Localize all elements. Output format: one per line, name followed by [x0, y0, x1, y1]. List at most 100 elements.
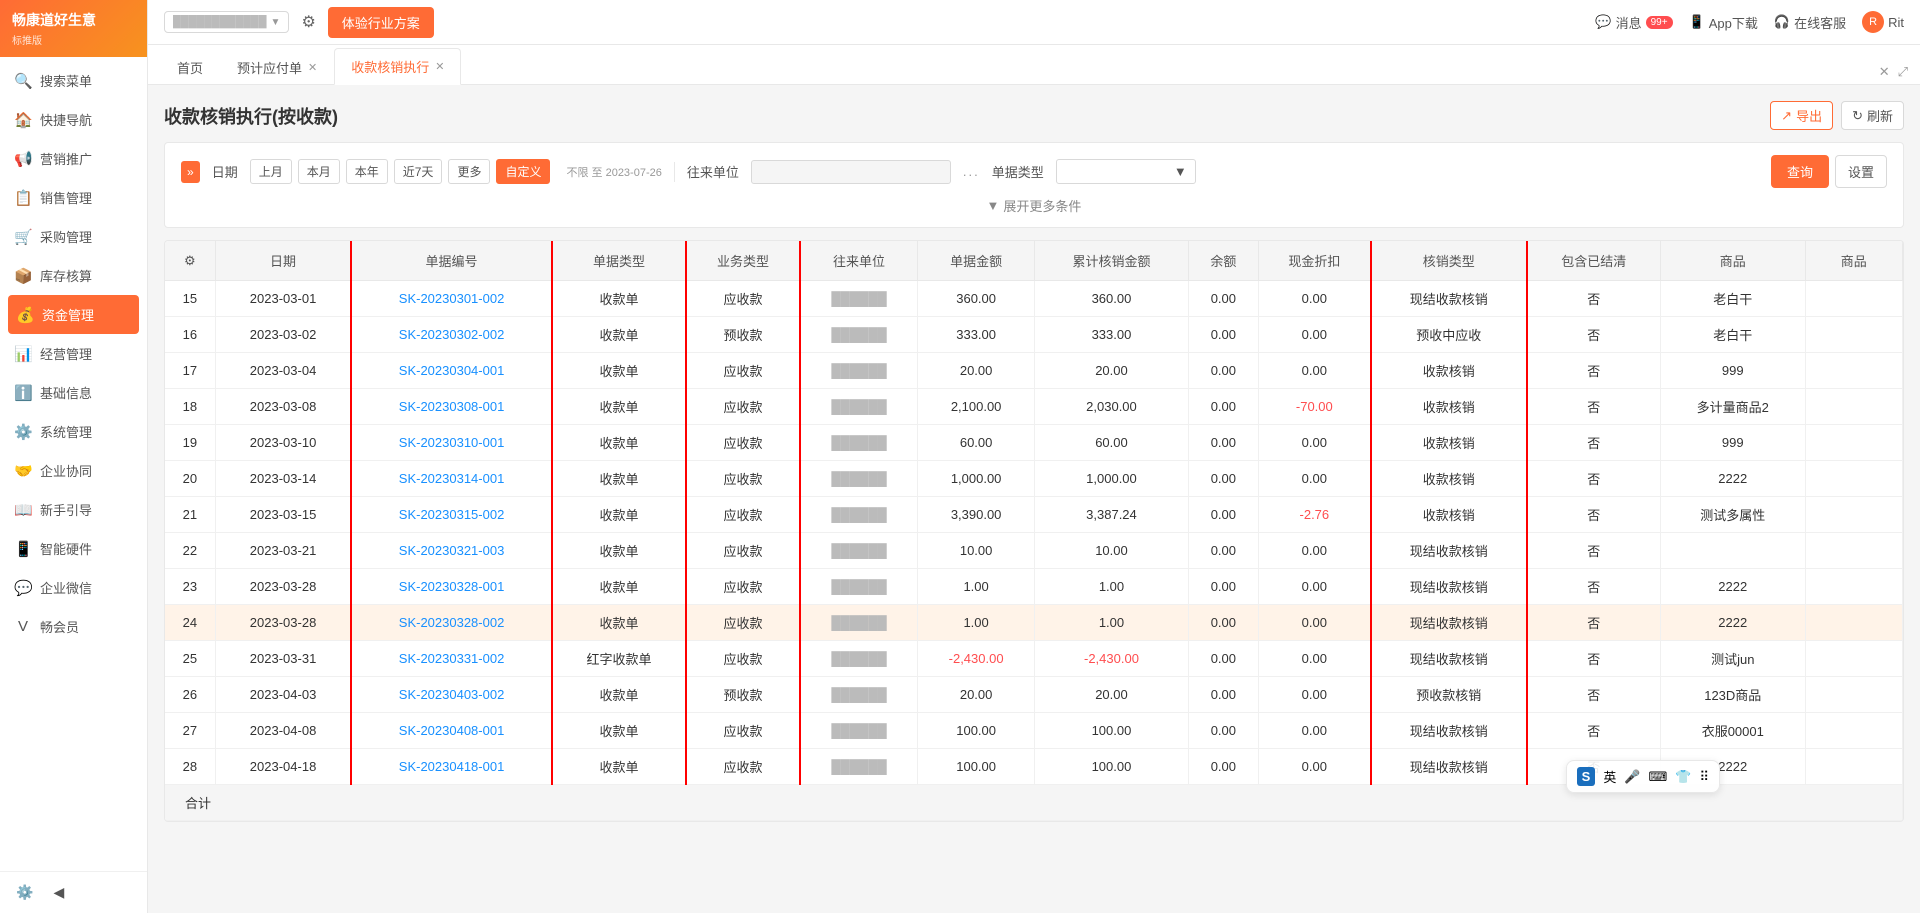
topbar-select[interactable]: ████████████ ▼: [164, 11, 289, 33]
doc-no-link[interactable]: SK-20230408-001: [399, 723, 505, 738]
col-doc-type: 单据类型: [552, 241, 687, 281]
doc-no-link[interactable]: SK-20230315-002: [399, 507, 505, 522]
doc-no-link[interactable]: SK-20230328-002: [399, 615, 505, 630]
sidebar-item-inventory[interactable]: 📦库存核算: [0, 256, 147, 295]
cell-cum-amount: 360.00: [1034, 281, 1188, 317]
doc-no-link[interactable]: SK-20230328-001: [399, 579, 505, 594]
table-row[interactable]: 27 2023-04-08 SK-20230408-001 收款单 应收款 ██…: [165, 713, 1903, 749]
cell-date: 2023-04-03: [215, 677, 351, 713]
filter-btn-this-year[interactable]: 本年: [346, 159, 388, 184]
table-row[interactable]: 22 2023-03-21 SK-20230321-003 收款单 应收款 ██…: [165, 533, 1903, 569]
tab-close-collection[interactable]: ✕: [435, 60, 444, 73]
sidebar-item-basic[interactable]: ℹ️基础信息: [0, 373, 147, 412]
headset-icon: 🎧: [1774, 14, 1790, 30]
sidebar-item-guide[interactable]: 📖新手引导: [0, 490, 147, 529]
sidebar-item-sales[interactable]: 📋销售管理: [0, 178, 147, 217]
sidebar-item-hardware[interactable]: 📱智能硬件: [0, 529, 147, 568]
sidebar-item-ops[interactable]: 📊经营管理: [0, 334, 147, 373]
cell-date: 2023-03-15: [215, 497, 351, 533]
filter-btn-more[interactable]: 更多: [448, 159, 490, 184]
sidebar-item-corp[interactable]: 🤝企业协同: [0, 451, 147, 490]
s-badge-item-1[interactable]: 英: [1603, 767, 1616, 786]
col-gear[interactable]: ⚙: [165, 241, 215, 281]
table-row[interactable]: 24 2023-03-28 SK-20230328-002 收款单 应收款 ██…: [165, 605, 1903, 641]
filter-doctype-select[interactable]: ▼: [1056, 159, 1196, 184]
topbar-actions: 💬 消息 99+ 📱 App下载 🎧 在线客服 R Rit: [1595, 11, 1904, 33]
tab-prepay[interactable]: 预计应付单✕: [220, 49, 334, 85]
cell-cancel-type: 收款核销: [1371, 461, 1527, 497]
doc-no-link[interactable]: SK-20230302-002: [399, 327, 505, 342]
doc-no-link[interactable]: SK-20230403-002: [399, 687, 505, 702]
tab-close-prepay[interactable]: ✕: [308, 61, 317, 74]
sidebar-icon-hardware: 📱: [14, 540, 32, 558]
table-row[interactable]: 17 2023-03-04 SK-20230304-001 收款单 应收款 ██…: [165, 353, 1903, 389]
table-body: 15 2023-03-01 SK-20230301-002 收款单 应收款 ██…: [165, 281, 1903, 785]
filter-partner-input[interactable]: [751, 160, 951, 184]
setting-btn[interactable]: 设置: [1835, 155, 1887, 188]
topbar-gear-icon[interactable]: ⚙: [301, 12, 315, 32]
sidebar-item-search[interactable]: 🔍搜索菜单: [0, 61, 147, 100]
topbar-message[interactable]: 💬 消息 99+: [1595, 13, 1672, 32]
cell-include-settled: 否: [1527, 497, 1661, 533]
cell-partner: ██████: [800, 281, 918, 317]
s-badge-item-5[interactable]: ⠿: [1699, 769, 1709, 785]
sidebar-item-purchase[interactable]: 🛒采购管理: [0, 217, 147, 256]
sidebar-item-wechat[interactable]: 💬企业微信: [0, 568, 147, 607]
cell-doc-type: 收款单: [552, 605, 687, 641]
topbar-app[interactable]: 📱 App下载: [1689, 13, 1758, 32]
table-row[interactable]: 18 2023-03-08 SK-20230308-001 收款单 应收款 ██…: [165, 389, 1903, 425]
table-row[interactable]: 23 2023-03-28 SK-20230328-001 收款单 应收款 ██…: [165, 569, 1903, 605]
filter-collapse-btn[interactable]: »: [181, 161, 200, 183]
table-row[interactable]: 19 2023-03-10 SK-20230310-001 收款单 应收款 ██…: [165, 425, 1903, 461]
doc-no-link[interactable]: SK-20230308-001: [399, 399, 505, 414]
sidebar-label-ops: 经营管理: [40, 344, 92, 363]
doc-no-link[interactable]: SK-20230304-001: [399, 363, 505, 378]
expand-conditions-btn[interactable]: ▼ 展开更多条件: [987, 196, 1082, 215]
sidebar-item-quick-nav[interactable]: 🏠快捷导航: [0, 100, 147, 139]
filter-btn-7days[interactable]: 近7天: [394, 159, 443, 184]
tabbar-expand-icon[interactable]: ⤢: [1898, 64, 1908, 80]
tab-collection[interactable]: 收款核销执行✕: [334, 48, 461, 85]
filter-btn-custom[interactable]: 自定义: [496, 159, 550, 184]
sidebar-collapse-btn[interactable]: ◀: [51, 882, 66, 903]
sidebar-item-member[interactable]: V畅会员: [0, 607, 147, 646]
s-badge-item-4[interactable]: 👕: [1675, 769, 1691, 785]
table-row[interactable]: 15 2023-03-01 SK-20230301-002 收款单 应收款 ██…: [165, 281, 1903, 317]
sidebar-item-finance[interactable]: 💰资金管理: [8, 295, 139, 334]
export-btn[interactable]: ↗ 导出: [1770, 101, 1833, 130]
s-badge-item-2[interactable]: 🎤: [1624, 769, 1640, 785]
query-btn[interactable]: 查询: [1771, 155, 1829, 188]
topbar-user[interactable]: R Rit: [1862, 11, 1904, 33]
table-row[interactable]: 16 2023-03-02 SK-20230302-002 收款单 预收款 ██…: [165, 317, 1903, 353]
doc-no-link[interactable]: SK-20230314-001: [399, 471, 505, 486]
table-row[interactable]: 25 2023-03-31 SK-20230331-002 红字收款单 应收款 …: [165, 641, 1903, 677]
doc-no-link[interactable]: SK-20230310-001: [399, 435, 505, 450]
table-row[interactable]: 20 2023-03-14 SK-20230314-001 收款单 应收款 ██…: [165, 461, 1903, 497]
refresh-btn[interactable]: ↻ 刷新: [1841, 101, 1904, 130]
doc-no-link[interactable]: SK-20230301-002: [399, 291, 505, 306]
topbar-service[interactable]: 🎧 在线客服: [1774, 13, 1846, 32]
topbar-industry-btn[interactable]: 体验行业方案: [328, 7, 434, 38]
sidebar-item-marketing[interactable]: 📢营销推广: [0, 139, 147, 178]
table-row[interactable]: 26 2023-04-03 SK-20230403-002 收款单 预收款 ██…: [165, 677, 1903, 713]
cell-cum-amount: 1,000.00: [1034, 461, 1188, 497]
cell-cancel-type: 预收中应收: [1371, 317, 1527, 353]
col-partner: 往来单位: [800, 241, 918, 281]
sidebar-settings-btn[interactable]: ⚙️: [14, 882, 35, 903]
sidebar-label-search: 搜索菜单: [40, 71, 92, 90]
doc-no-link[interactable]: SK-20230331-002: [399, 651, 505, 666]
cell-biz-type: 应收款: [686, 353, 800, 389]
cell-goods2: [1805, 425, 1902, 461]
doc-no-link[interactable]: SK-20230418-001: [399, 759, 505, 774]
table-row[interactable]: 21 2023-03-15 SK-20230315-002 收款单 应收款 ██…: [165, 497, 1903, 533]
s-badge-item-3[interactable]: ⌨: [1649, 769, 1668, 785]
cell-amount: 1.00: [918, 569, 1035, 605]
tabbar-close-icon[interactable]: ✕: [1879, 64, 1890, 80]
filter-btn-this-month[interactable]: 本月: [298, 159, 340, 184]
tab-home[interactable]: 首页: [160, 49, 220, 85]
filter-btn-last-month[interactable]: 上月: [250, 159, 292, 184]
sidebar-item-system[interactable]: ⚙️系统管理: [0, 412, 147, 451]
cell-goods2: [1805, 677, 1902, 713]
doc-no-link[interactable]: SK-20230321-003: [399, 543, 505, 558]
cell-amount: 20.00: [918, 353, 1035, 389]
